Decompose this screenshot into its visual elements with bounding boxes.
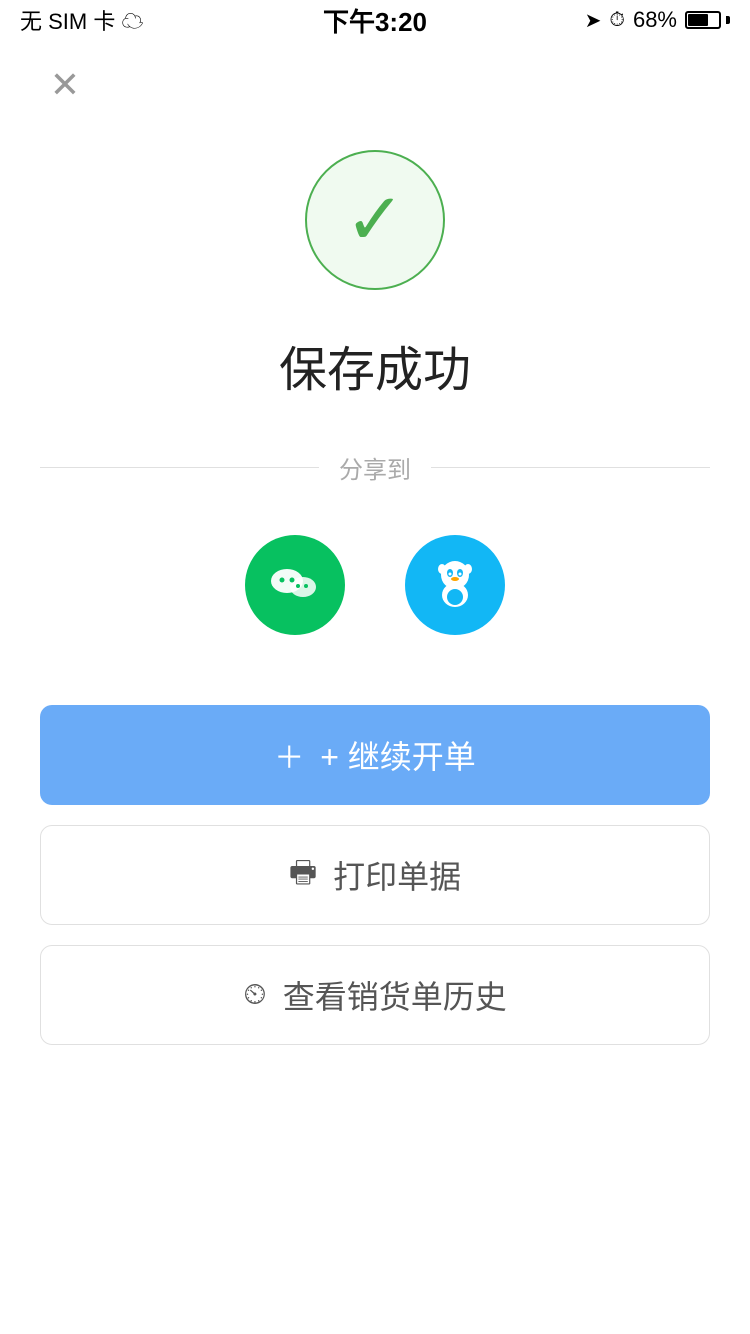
- printer-icon: 🖶: [289, 850, 317, 901]
- success-icon-circle: ✓: [305, 150, 445, 290]
- battery-icon: [685, 11, 730, 29]
- history-icon: ⏲: [243, 978, 266, 1012]
- status-right: ➤ ⏱ 68%: [585, 7, 730, 33]
- print-button[interactable]: 🖶 打印单据: [40, 825, 710, 925]
- sim-label: 无 SIM 卡 ☁: [20, 4, 143, 36]
- share-label: 分享到: [339, 450, 411, 485]
- status-time: 下午3:20: [323, 2, 427, 39]
- history-label: 查看销货单历史: [283, 972, 507, 1018]
- location-icon: ➤: [585, 8, 602, 33]
- qq-icon: [425, 555, 485, 615]
- close-icon: ✕: [50, 67, 80, 103]
- alarm-icon: ⏱: [609, 9, 625, 32]
- plus-icon: ＋: [274, 733, 304, 777]
- view-history-button[interactable]: ⏲ 查看销货单历史: [40, 945, 710, 1045]
- share-qq-button[interactable]: [405, 535, 505, 635]
- status-bar: 无 SIM 卡 ☁ 下午3:20 ➤ ⏱ 68%: [0, 0, 750, 40]
- divider-line-right: [431, 467, 710, 468]
- share-buttons: [245, 535, 505, 635]
- print-label: 打印单据: [333, 852, 461, 898]
- close-button[interactable]: ✕: [40, 60, 90, 110]
- share-divider: 分享到: [40, 450, 710, 485]
- share-wechat-button[interactable]: [245, 535, 345, 635]
- main-content: ✕ ✓ 保存成功 分享到: [0, 40, 750, 1105]
- wechat-icon: [265, 555, 325, 615]
- status-left: 无 SIM 卡 ☁: [20, 4, 143, 36]
- success-title: 保存成功: [279, 330, 471, 400]
- continue-order-label: + 继续开单: [320, 732, 476, 778]
- divider-line-left: [40, 467, 319, 468]
- checkmark-icon: ✓: [345, 184, 405, 256]
- continue-order-button[interactable]: ＋ + 继续开单: [40, 705, 710, 805]
- battery-percent: 68%: [633, 7, 677, 33]
